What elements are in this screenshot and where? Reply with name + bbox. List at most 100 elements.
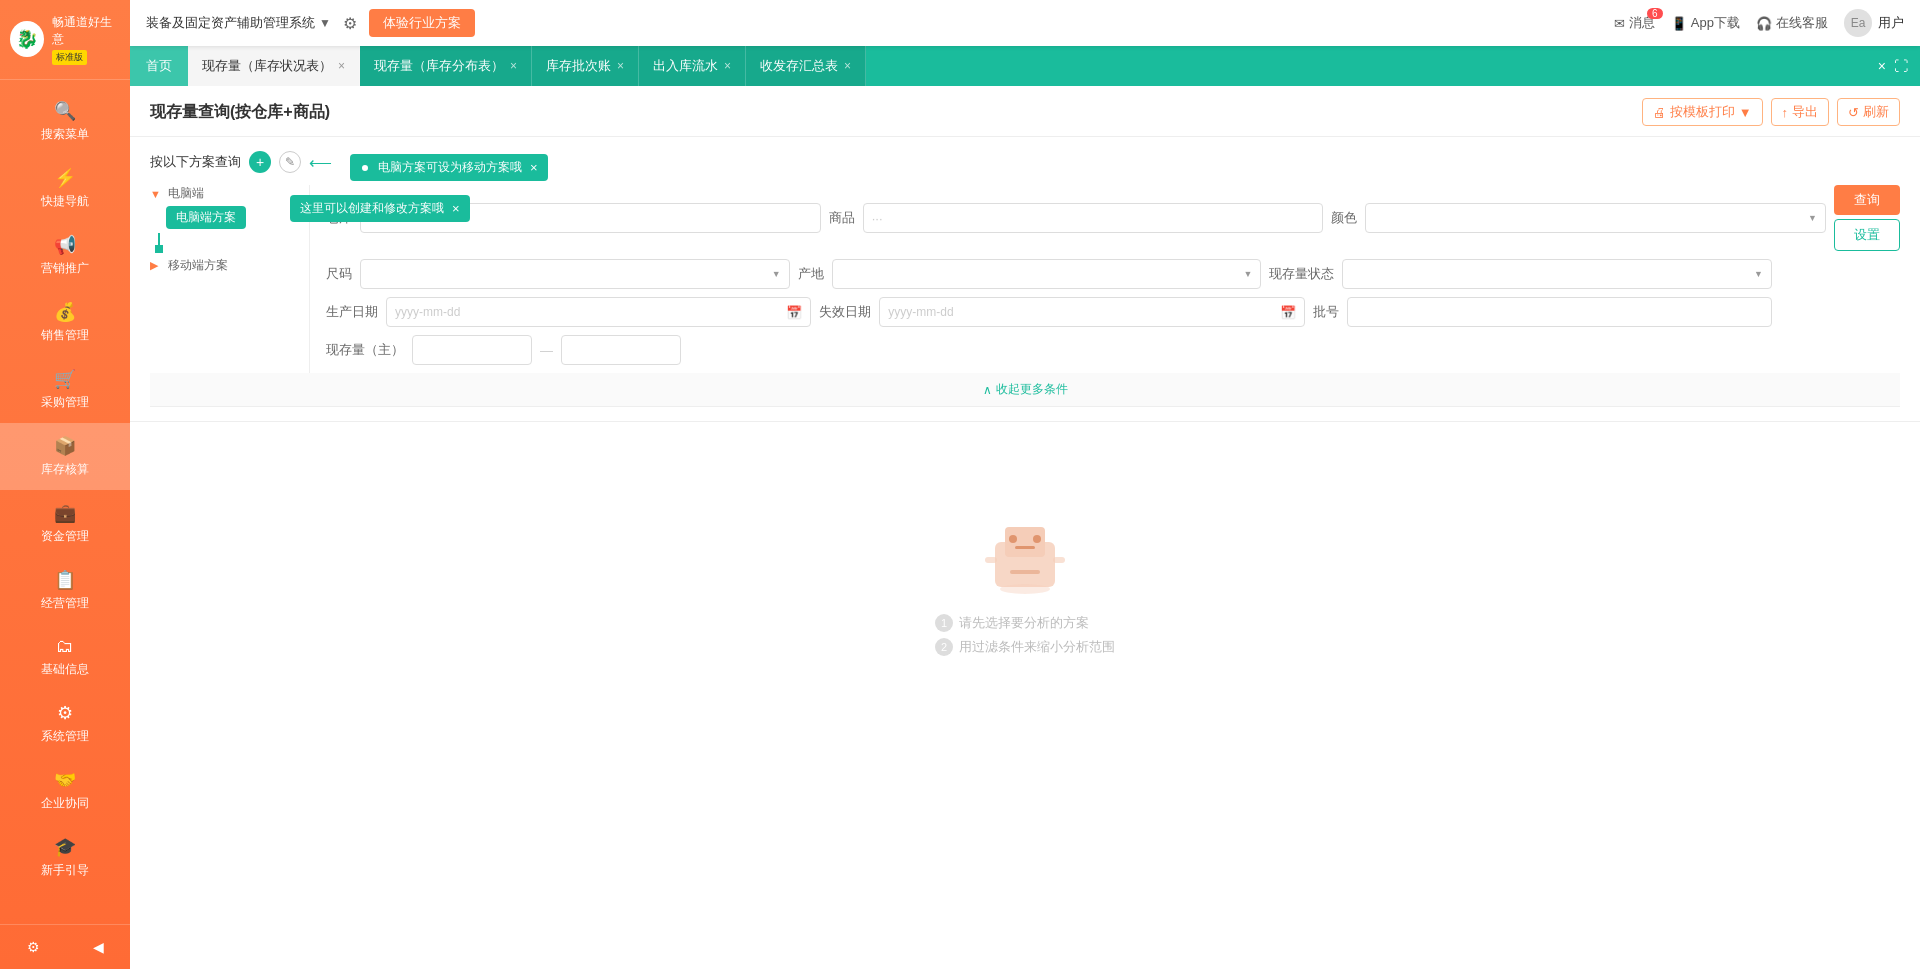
- sidebar-item-basic-info[interactable]: 🗂 基础信息: [0, 624, 130, 690]
- desktop-schemes: 电脑端方案: [166, 206, 299, 229]
- sidebar-item-system[interactable]: ⚙ 系统管理: [0, 690, 130, 757]
- reset-button[interactable]: 设置: [1834, 219, 1900, 251]
- page-header: 现存量查询(按仓库+商品) 🖨 按模板打印 ▼ ↑ 导出 ↺ 刷新: [130, 86, 1920, 137]
- stock-status-select[interactable]: ▼: [1342, 259, 1772, 289]
- sidebar-item-enterprise[interactable]: 🤝 企业协同: [0, 757, 130, 824]
- tab-close-inout-flow[interactable]: ×: [724, 59, 731, 73]
- tab-close-all[interactable]: ×: [1878, 58, 1886, 74]
- sidebar-item-ops[interactable]: 📋 经营管理: [0, 557, 130, 624]
- search-button[interactable]: 查询: [1834, 185, 1900, 215]
- tab-fullscreen[interactable]: ⛶: [1894, 58, 1908, 74]
- search-menu-icon: 🔍: [54, 100, 76, 122]
- color-arrow: ▼: [1808, 213, 1817, 223]
- sidebar-item-marketing[interactable]: 📢 营销推广: [0, 222, 130, 289]
- batch-input[interactable]: [1347, 297, 1772, 327]
- print-icon: 🖨: [1653, 105, 1666, 120]
- basic-info-icon: 🗂: [56, 636, 74, 657]
- prod-date-placeholder: yyyy-mm-dd: [395, 305, 460, 319]
- svg-rect-4: [1015, 546, 1035, 549]
- template-print-button[interactable]: 🖨 按模板打印 ▼: [1642, 98, 1763, 126]
- sidebar-item-purchase[interactable]: 🛒 采购管理: [0, 356, 130, 423]
- desktop-scheme-label: 电脑端: [168, 185, 204, 202]
- header: 装备及固定资产辅助管理系统 ▼ ⚙ 体验行业方案 ✉ 消息 6 📱 App下载 …: [130, 0, 1920, 46]
- mobile-expand[interactable]: ▶: [150, 259, 162, 272]
- headset-icon: 🎧: [1756, 16, 1772, 31]
- quick-nav-icon: ⚡: [54, 167, 76, 189]
- empty-text-container: 1 请先选择要分析的方案 2 用过滤条件来缩小分析范围: [935, 614, 1115, 656]
- sidebar-item-finance[interactable]: 💼 资金管理: [0, 490, 130, 557]
- sidebar-logo: 🐉 畅通道好生意 标准版: [0, 0, 130, 80]
- sidebar-item-label: 销售管理: [41, 327, 89, 344]
- tab-inventory-status[interactable]: 现存量（库存状况表） ×: [188, 46, 360, 86]
- color-select[interactable]: ▼: [1365, 203, 1826, 233]
- message-button[interactable]: ✉ 消息 6: [1614, 14, 1655, 32]
- size-select[interactable]: ▼: [360, 259, 790, 289]
- settings-icon[interactable]: ⚙: [343, 14, 357, 33]
- tooltip2-close[interactable]: ×: [452, 201, 460, 216]
- filter-body: 这里可以创建和修改方案哦 × ▼ 电脑端: [150, 185, 1900, 373]
- active-scheme-name: 电脑端方案: [176, 209, 236, 226]
- expire-date-placeholder: yyyy-mm-dd: [888, 305, 953, 319]
- stock-main-label: 现存量（主）: [326, 341, 404, 359]
- edit-scheme-button[interactable]: ✎: [279, 151, 301, 173]
- refresh-button[interactable]: ↺ 刷新: [1837, 98, 1900, 126]
- hint-num-1: 1: [935, 614, 953, 632]
- tab-close-inventory-status[interactable]: ×: [338, 59, 345, 73]
- range-sep: —: [540, 343, 553, 358]
- tab-receipt-summary[interactable]: 收发存汇总表 ×: [746, 46, 866, 86]
- settings-button[interactable]: ⚙: [19, 935, 48, 959]
- expire-date-input[interactable]: yyyy-mm-dd 📅: [879, 297, 1304, 327]
- user-menu[interactable]: Ea 用户: [1844, 9, 1904, 37]
- goods-select[interactable]: ···: [863, 203, 1324, 233]
- desktop-expand[interactable]: ▼: [150, 188, 162, 200]
- prod-date-label: 生产日期: [326, 303, 378, 321]
- hint-num-2: 2: [935, 638, 953, 656]
- tab-close-inventory-dist[interactable]: ×: [510, 59, 517, 73]
- tab-close-batch-ledger[interactable]: ×: [617, 59, 624, 73]
- tab-close-receipt-summary[interactable]: ×: [844, 59, 851, 73]
- system-selector[interactable]: 装备及固定资产辅助管理系统 ▼: [146, 14, 331, 32]
- filter-section: 按以下方案查询 + ✎ ⟵ 电脑方案可设为移动方案哦 ×: [130, 137, 1920, 422]
- sidebar-item-sales[interactable]: 💰 销售管理: [0, 289, 130, 356]
- sidebar-item-label: 库存核算: [41, 461, 89, 478]
- scheme-mobile-header: ▶ 移动端方案: [150, 257, 299, 274]
- svg-rect-5: [985, 557, 997, 563]
- collapse-sidebar-button[interactable]: ◀: [85, 935, 112, 959]
- arrow-left-button[interactable]: ⟵: [309, 153, 332, 172]
- avatar: Ea: [1844, 9, 1872, 37]
- beginner-icon: 🎓: [54, 836, 76, 858]
- phone-icon: 📱: [1671, 16, 1687, 31]
- prod-date-input[interactable]: yyyy-mm-dd 📅: [386, 297, 811, 327]
- sidebar-item-inventory[interactable]: 📦 库存核算: [0, 423, 130, 490]
- app-download-button[interactable]: 📱 App下载: [1671, 14, 1740, 32]
- tab-inout-flow[interactable]: 出入库流水 ×: [639, 46, 746, 86]
- filter-row-2: 尺码 ▼ 产地 ▼ 现存量状态 ▼: [326, 259, 1900, 289]
- scheme-list: ▼ 电脑端 电脑端方案: [150, 185, 299, 274]
- sidebar-nav: 🔍 搜索菜单 ⚡ 快捷导航 📢 营销推广 💰 销售管理 🛒 采购管理 📦 库存核…: [0, 80, 130, 924]
- stock-min-input[interactable]: [412, 335, 532, 365]
- sidebar-item-search-menu[interactable]: 🔍 搜索菜单: [0, 88, 130, 155]
- sidebar-item-quick-nav[interactable]: ⚡ 快捷导航: [0, 155, 130, 222]
- tab-batch-ledger[interactable]: 库存批次账 ×: [532, 46, 639, 86]
- sidebar-item-beginner[interactable]: 🎓 新手引导: [0, 824, 130, 891]
- tab-inventory-dist[interactable]: 现存量（库存分布表） ×: [360, 46, 532, 86]
- tooltip1-close[interactable]: ×: [530, 160, 538, 175]
- sidebar-item-label: 基础信息: [41, 661, 89, 678]
- system-icon: ⚙: [57, 702, 73, 724]
- hint-text-2: 用过滤条件来缩小分析范围: [959, 638, 1115, 656]
- collapse-bar[interactable]: ∧ 收起更多条件: [150, 373, 1900, 407]
- dropdown-arrow: ▼: [1739, 105, 1752, 120]
- main-content: 现存量查询(按仓库+商品) 🖨 按模板打印 ▼ ↑ 导出 ↺ 刷新: [130, 86, 1920, 969]
- add-scheme-button[interactable]: +: [249, 151, 271, 173]
- batch-label: 批号: [1313, 303, 1339, 321]
- logo-text: 畅通道好生意 标准版: [52, 14, 120, 65]
- stock-max-input[interactable]: [561, 335, 681, 365]
- export-icon: ↑: [1782, 105, 1789, 120]
- calendar-icon-expire: 📅: [1280, 305, 1296, 320]
- solution-button[interactable]: 体验行业方案: [369, 9, 475, 37]
- online-service-button[interactable]: 🎧 在线客服: [1756, 14, 1828, 32]
- export-button[interactable]: ↑ 导出: [1771, 98, 1830, 126]
- tab-home[interactable]: 首页: [130, 46, 188, 86]
- active-scheme-badge[interactable]: 电脑端方案: [166, 206, 246, 229]
- origin-select[interactable]: ▼: [832, 259, 1262, 289]
